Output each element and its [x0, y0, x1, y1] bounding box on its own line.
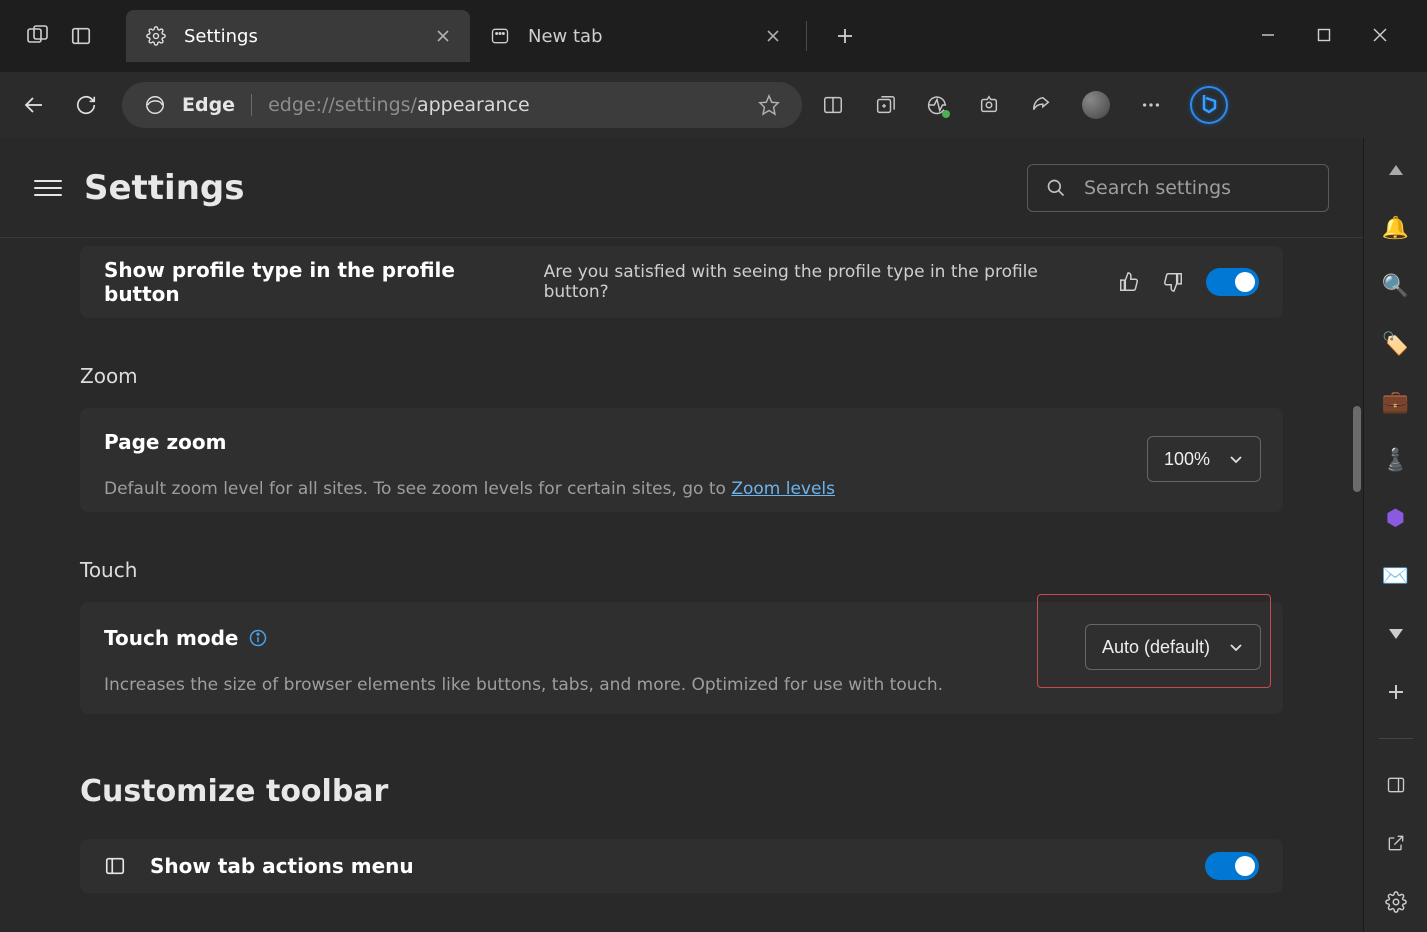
- setting-title: Show profile type in the profile button: [104, 258, 530, 306]
- sidebar-outlook-icon[interactable]: ✉️: [1382, 562, 1410, 590]
- collections-icon[interactable]: [874, 94, 896, 116]
- address-separator: [251, 94, 252, 116]
- thumbs-down-button[interactable]: [1162, 271, 1184, 293]
- browser-toolbar: Edge edge://settings/appearance: [0, 72, 1427, 138]
- performance-icon[interactable]: [926, 94, 948, 116]
- chevron-down-icon: [1228, 639, 1244, 655]
- setting-description: Increases the size of browser elements l…: [104, 674, 943, 698]
- search-placeholder: Search settings: [1084, 177, 1231, 199]
- page-title: Settings: [84, 168, 245, 208]
- refresh-button[interactable]: [70, 89, 102, 121]
- page-zoom-dropdown[interactable]: 100%: [1147, 436, 1261, 482]
- address-brand: Edge: [182, 94, 235, 116]
- setting-page-zoom-row: Page zoom Default zoom level for all sit…: [80, 408, 1283, 512]
- favorite-star-icon[interactable]: [758, 94, 780, 116]
- chevron-down-icon: [1228, 451, 1244, 467]
- tab-divider: [806, 21, 807, 51]
- search-settings-input[interactable]: Search settings: [1027, 164, 1329, 212]
- menu-button[interactable]: [34, 180, 62, 196]
- tab-actions-icon[interactable]: [70, 25, 92, 47]
- close-window-button[interactable]: [1373, 28, 1389, 44]
- tab-actions-icon: [104, 855, 126, 877]
- sidebar-open-external-icon[interactable]: [1382, 829, 1410, 857]
- sidebar-panel-icon[interactable]: [1382, 771, 1410, 799]
- sidebar-more-icon[interactable]: [1382, 620, 1410, 648]
- edge-sidebar: 🔔 🔍 🏷️ 💼 ♟️ ⬢ ✉️: [1363, 138, 1427, 932]
- tab-label: Settings: [184, 26, 258, 47]
- search-icon: [1046, 178, 1066, 198]
- close-tab-button[interactable]: [766, 29, 780, 43]
- zoom-levels-link[interactable]: Zoom levels: [731, 479, 835, 499]
- edge-logo-icon: [144, 94, 166, 116]
- share-icon[interactable]: [1030, 94, 1052, 116]
- setting-touch-mode-row: Touch mode Increases the size of browser…: [80, 602, 1283, 714]
- address-url: edge://settings/appearance: [268, 94, 530, 116]
- sidebar-shopping-icon[interactable]: 🏷️: [1382, 330, 1410, 358]
- thumbs-up-button[interactable]: [1118, 271, 1140, 293]
- sidebar-notifications-icon[interactable]: 🔔: [1382, 214, 1410, 242]
- back-button[interactable]: [18, 89, 50, 121]
- window-titlebar: Settings New tab: [0, 0, 1427, 72]
- maximize-button[interactable]: [1317, 28, 1333, 44]
- setting-title: Show tab actions menu: [150, 854, 414, 878]
- info-icon[interactable]: [248, 628, 268, 648]
- settings-page: Settings Search settings Show profile ty…: [0, 138, 1363, 932]
- screenshot-icon[interactable]: [978, 94, 1000, 116]
- feedback-question: Are you satisfied with seeing the profil…: [544, 262, 1097, 302]
- sidebar-tools-icon[interactable]: 💼: [1382, 388, 1410, 416]
- more-menu-icon[interactable]: [1140, 94, 1162, 116]
- profile-type-toggle[interactable]: [1206, 268, 1259, 296]
- bing-chat-button[interactable]: [1186, 82, 1232, 128]
- workspaces-icon[interactable]: [26, 24, 50, 48]
- newtab-page-icon: [490, 26, 510, 46]
- sidebar-search-icon[interactable]: 🔍: [1382, 272, 1410, 300]
- address-bar[interactable]: Edge edge://settings/appearance: [122, 82, 802, 128]
- sidebar-office-icon[interactable]: ⬢: [1382, 504, 1410, 532]
- settings-header: Settings Search settings: [0, 138, 1363, 238]
- close-tab-button[interactable]: [436, 29, 450, 43]
- setting-profile-type-row: Show profile type in the profile button …: [80, 246, 1283, 318]
- sidebar-collapse-icon[interactable]: [1382, 156, 1410, 184]
- gear-icon: [146, 26, 166, 46]
- tab-strip: Settings New tab: [126, 10, 861, 62]
- new-tab-button[interactable]: [829, 20, 861, 52]
- section-zoom-label: Zoom: [80, 364, 1283, 388]
- minimize-button[interactable]: [1261, 28, 1277, 44]
- profile-avatar[interactable]: [1082, 91, 1110, 119]
- tab-settings[interactable]: Settings: [126, 10, 470, 62]
- split-screen-icon[interactable]: [822, 94, 844, 116]
- touch-mode-dropdown[interactable]: Auto (default): [1085, 624, 1261, 670]
- window-controls: [1261, 28, 1415, 44]
- tab-actions-toggle[interactable]: [1205, 852, 1259, 880]
- sidebar-games-icon[interactable]: ♟️: [1382, 446, 1410, 474]
- setting-tab-actions-row: Show tab actions menu: [80, 839, 1283, 893]
- scrollbar-thumb[interactable]: [1353, 406, 1361, 492]
- dropdown-value: 100%: [1164, 449, 1210, 470]
- section-customize-toolbar: Customize toolbar: [80, 774, 1283, 809]
- setting-title: Page zoom: [104, 430, 226, 454]
- section-touch-label: Touch: [80, 558, 1283, 582]
- setting-description: Default zoom level for all sites. To see…: [104, 478, 835, 502]
- sidebar-add-icon[interactable]: [1382, 678, 1410, 706]
- tab-label: New tab: [528, 26, 603, 47]
- tab-new-tab[interactable]: New tab: [470, 10, 800, 62]
- sidebar-settings-icon[interactable]: [1382, 888, 1410, 916]
- setting-title: Touch mode: [104, 626, 238, 650]
- dropdown-value: Auto (default): [1102, 637, 1210, 658]
- sidebar-divider: [1379, 738, 1413, 739]
